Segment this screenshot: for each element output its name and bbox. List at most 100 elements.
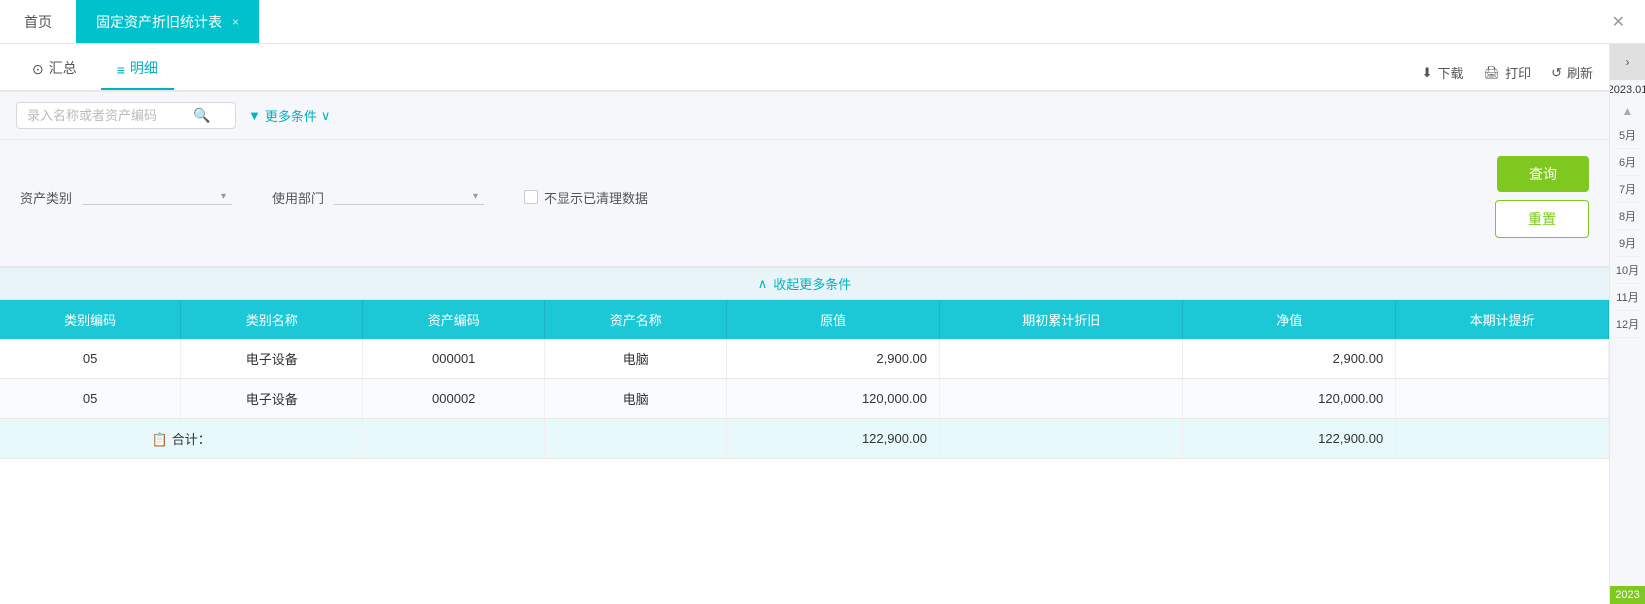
col-current-dep: 本期计提折: [1396, 300, 1609, 339]
sub-tabs-right: ⬇ 下载 🖨 打印 ↺ 刷新: [1422, 63, 1593, 90]
cell-asset-name: 电脑: [545, 339, 727, 379]
total-accum-dep: [940, 419, 1183, 459]
cell-asset-code: 000001: [363, 339, 545, 379]
total-net-value: 122,900.00: [1183, 419, 1396, 459]
chevron-down-icon: ∨: [321, 108, 331, 124]
month-btn[interactable]: 9月: [1616, 230, 1639, 257]
cell-net-value: 2,900.00: [1183, 339, 1396, 379]
filter-panel: 资产类别 ▾ 使用部门 ▾ 不显示已清理数据: [0, 140, 1609, 267]
hide-cleared-filter: 不显示已清理数据: [524, 188, 648, 207]
collapse-label: 收起更多条件: [773, 274, 851, 293]
right-sidebar: › 2023.01 ▲ 5月6月7月8月9月10月11月12月 2023: [1609, 44, 1645, 604]
filter-row: 资产类别 ▾ 使用部门 ▾ 不显示已清理数据: [20, 156, 1589, 238]
asset-type-arrow-icon: ▾: [221, 191, 226, 202]
sub-tabs-left: ⊙ 汇总 ≡ 明细: [16, 44, 174, 90]
asset-type-select[interactable]: ▾: [82, 189, 232, 205]
month-btn[interactable]: 7月: [1616, 176, 1639, 203]
total-row: 📋合计： 122,900.00 122,900.00: [0, 419, 1609, 459]
tab-detail-label: 明细: [130, 58, 158, 78]
refresh-icon: ↺: [1551, 65, 1562, 81]
tab-summary[interactable]: ⊙ 汇总: [16, 44, 93, 90]
cell-accum-dep: [940, 379, 1183, 419]
tab-summary-label: 汇总: [49, 58, 77, 78]
department-select[interactable]: ▾: [334, 189, 484, 205]
print-label: 打印: [1505, 63, 1531, 82]
search-icon[interactable]: 🔍: [193, 107, 210, 124]
print-button[interactable]: 🖨 打印: [1484, 63, 1532, 82]
filter-actions: 查询 重置: [1495, 156, 1589, 238]
total-current-dep: [1396, 419, 1609, 459]
filter-icon: ▼: [248, 108, 261, 123]
table-row: 05 电子设备 000001 电脑 2,900.00 2,900.00: [0, 339, 1609, 379]
reset-button[interactable]: 重置: [1495, 200, 1589, 238]
main-tab[interactable]: 固定资产折旧统计表 ×: [76, 0, 259, 43]
top-nav: 首页 固定资产折旧统计表 × ✕: [0, 0, 1645, 44]
month-btn[interactable]: 10月: [1616, 257, 1639, 284]
chevron-right-icon: ›: [1626, 55, 1630, 69]
close-tab-icon[interactable]: ×: [232, 15, 239, 29]
cell-current-dep: [1396, 339, 1609, 379]
month-btn[interactable]: 5月: [1616, 122, 1639, 149]
home-label: 首页: [24, 12, 52, 32]
department-filter: 使用部门 ▾: [272, 188, 484, 207]
print-icon: 🖨: [1484, 65, 1501, 81]
department-arrow-icon: ▾: [473, 191, 478, 202]
total-icon: 📋: [152, 432, 168, 447]
cell-accum-dep: [940, 339, 1183, 379]
query-button[interactable]: 查询: [1497, 156, 1589, 192]
cell-original: 2,900.00: [727, 339, 940, 379]
cell-cat-name: 电子设备: [181, 339, 363, 379]
refresh-button[interactable]: ↺ 刷新: [1551, 63, 1593, 82]
col-asset-code: 资产编码: [363, 300, 545, 339]
cell-asset-code: 000002: [363, 379, 545, 419]
total-original: 122,900.00: [727, 419, 940, 459]
download-button[interactable]: ⬇ 下载: [1422, 63, 1464, 82]
download-label: 下载: [1438, 63, 1464, 82]
cell-original: 120,000.00: [727, 379, 940, 419]
year-badge: 2023: [1610, 586, 1645, 604]
total-empty1: [363, 419, 545, 459]
col-asset-name: 资产名称: [545, 300, 727, 339]
sidebar-expand-btn[interactable]: ›: [1610, 44, 1645, 80]
cell-cat-code: 05: [0, 339, 181, 379]
main-content: ⊙ 汇总 ≡ 明细 ⬇ 下载 🖨 打印 ↺ 刷: [0, 44, 1645, 604]
month-btn[interactable]: 11月: [1616, 284, 1639, 311]
col-original-value: 原值: [727, 300, 940, 339]
cell-current-dep: [1396, 379, 1609, 419]
detail-icon: ≡: [117, 62, 125, 78]
month-btn[interactable]: 8月: [1616, 203, 1639, 230]
more-conditions-btn[interactable]: ▼ 更多条件 ∨: [248, 106, 330, 125]
cell-cat-code: 05: [0, 379, 181, 419]
col-accum-dep: 期初累计折旧: [940, 300, 1183, 339]
month-btn[interactable]: 6月: [1616, 149, 1639, 176]
table-row: 05 电子设备 000002 电脑 120,000.00 120,000.00: [0, 379, 1609, 419]
year-display: 2023.01: [1609, 80, 1645, 100]
tab-detail[interactable]: ≡ 明细: [101, 44, 174, 90]
search-input[interactable]: [27, 108, 187, 123]
search-bar: 🔍 ▼ 更多条件 ∨: [0, 92, 1609, 140]
month-btn[interactable]: 12月: [1616, 311, 1639, 338]
department-label: 使用部门: [272, 188, 324, 207]
total-empty2: [545, 419, 727, 459]
cell-net-value: 120,000.00: [1183, 379, 1396, 419]
cell-asset-name: 电脑: [545, 379, 727, 419]
data-table: 类别编码 类别名称 资产编码 资产名称 原值 期初累计折旧 净值 本期计提折 0…: [0, 300, 1609, 459]
month-list: 5月6月7月8月9月10月11月12月: [1616, 122, 1639, 338]
refresh-label: 刷新: [1567, 63, 1593, 82]
summary-icon: ⊙: [32, 61, 44, 78]
collapse-conditions-btn[interactable]: ∧ 收起更多条件: [0, 267, 1609, 300]
data-table-wrapper: 类别编码 类别名称 资产编码 资产名称 原值 期初累计折旧 净值 本期计提折 0…: [0, 300, 1609, 604]
asset-type-label: 资产类别: [20, 188, 72, 207]
asset-type-filter: 资产类别 ▾: [20, 188, 232, 207]
window-close-icon[interactable]: ✕: [1612, 12, 1625, 32]
sidebar-scroll-up-icon[interactable]: ▲: [1610, 100, 1645, 122]
main-tab-label: 固定资产折旧统计表: [96, 12, 222, 32]
hide-cleared-checkbox[interactable]: [524, 190, 538, 204]
total-label: 📋合计：: [0, 419, 363, 459]
table-header-row: 类别编码 类别名称 资产编码 资产名称 原值 期初累计折旧 净值 本期计提折: [0, 300, 1609, 339]
home-tab[interactable]: 首页: [0, 0, 76, 43]
download-icon: ⬇: [1422, 65, 1433, 81]
chevron-up-icon: ∧: [758, 276, 768, 292]
more-conditions-label: 更多条件: [265, 106, 317, 125]
col-net-value: 净值: [1183, 300, 1396, 339]
